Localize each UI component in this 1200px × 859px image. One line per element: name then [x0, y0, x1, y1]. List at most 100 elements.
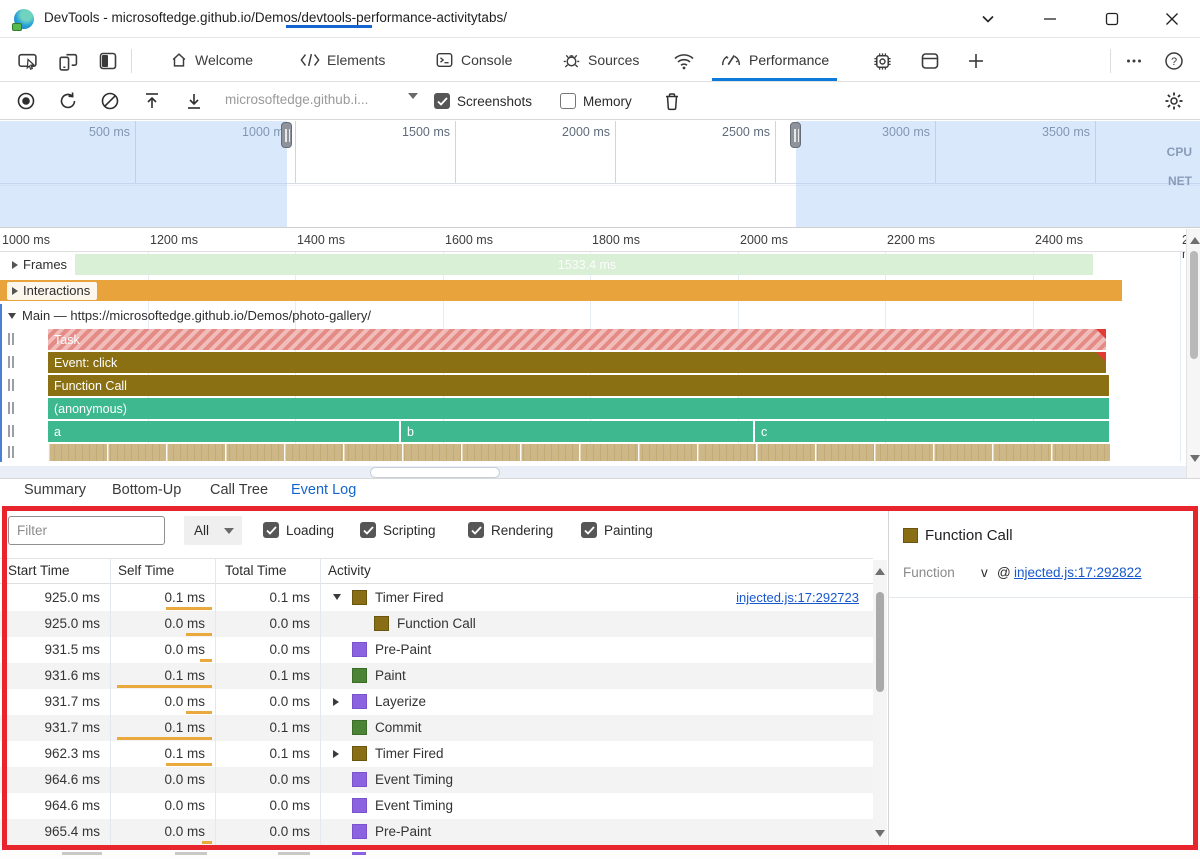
source-location-link[interactable]: injected.js:17:292723: [736, 590, 859, 605]
tab-welcome[interactable]: Welcome: [160, 39, 263, 81]
source-location-link[interactable]: injected.js:17:292822: [1014, 565, 1142, 580]
filter-checkbox-painting[interactable]: Painting: [581, 522, 653, 538]
activity-tabs: Summary Bottom-Up Call Tree Event Log: [0, 479, 1200, 507]
event-log-row[interactable]: 964.6 ms 0.0 ms 0.0 ms Event Timing: [0, 767, 873, 793]
duration-filter-dropdown[interactable]: All: [184, 516, 242, 545]
network-conditions-button[interactable]: [668, 47, 700, 75]
event-log-row[interactable]: 964.6 ms 0.0 ms 0.0 ms Event Timing: [0, 793, 873, 819]
application-panel-button[interactable]: [914, 47, 946, 75]
expanded-arrow-icon: [8, 312, 16, 319]
scrollbar-thumb[interactable]: [370, 467, 500, 478]
maximize-button[interactable]: [1098, 6, 1126, 32]
expanded-arrow-icon[interactable]: [333, 594, 341, 600]
timeline-overview[interactable]: 500 ms 1000 ms 1500 ms 2000 ms 2500 ms 3000 m…: [0, 121, 1200, 228]
selection-handle-left[interactable]: [281, 122, 292, 148]
selection-handle-right[interactable]: [790, 122, 801, 148]
column-divider[interactable]: [110, 558, 111, 845]
customize-devtools-button[interactable]: [1118, 47, 1150, 75]
record-button[interactable]: [12, 87, 40, 115]
interactions-track-bar[interactable]: [0, 280, 1122, 301]
event-log-row[interactable]: 925.0 ms 0.1 ms 0.1 ms Timer Fired injected.…: [0, 585, 873, 611]
self-time-cell: 0.1 ms: [164, 746, 205, 761]
dock-panel-layout-button[interactable]: [93, 47, 123, 75]
sources-icon: [563, 54, 580, 67]
scroll-up-icon[interactable]: [1190, 237, 1200, 244]
capture-settings-button[interactable]: [1160, 87, 1188, 115]
function-call-bar[interactable]: Function Call: [48, 375, 1109, 396]
minimize-button[interactable]: [1036, 6, 1064, 32]
tab-console[interactable]: Console: [425, 39, 522, 81]
event-click-bar[interactable]: Event: click: [48, 352, 1106, 373]
function-c-bar[interactable]: c: [755, 421, 1109, 442]
task-bar[interactable]: Task: [48, 329, 1106, 350]
tab-bottom-up[interactable]: Bottom-Up: [112, 482, 181, 498]
reload-and-record-button[interactable]: [54, 87, 82, 115]
page-selector-value: microsoftedge.github.i...: [225, 92, 369, 107]
page-selector-dropdown[interactable]: microsoftedge.github.i...: [225, 92, 368, 107]
scrollbar-thumb[interactable]: [1190, 251, 1198, 359]
clear-recording-button[interactable]: [96, 87, 124, 115]
screenshots-checkbox[interactable]: Screenshots: [434, 87, 532, 115]
filter-input[interactable]: [8, 516, 165, 545]
dock-chevron-button[interactable]: [974, 6, 1002, 32]
flame-chart[interactable]: 1000 ms 1200 ms 1400 ms 1600 ms 1800 ms 2000 …: [0, 229, 1200, 479]
event-log-row[interactable]: 931.7 ms 0.1 ms 0.1 ms Commit: [0, 715, 873, 741]
collapsed-arrow-icon[interactable]: [333, 750, 339, 758]
checkbox-checked-icon: [434, 93, 450, 109]
filter-checkbox-rendering[interactable]: Rendering: [468, 522, 553, 538]
device-emulation-button[interactable]: [52, 47, 82, 75]
activity-name: Commit: [375, 720, 422, 735]
clear-button-trash[interactable]: [658, 87, 686, 115]
self-time-heat-bar: [186, 633, 212, 636]
column-header-self-time[interactable]: Self Time: [118, 563, 174, 578]
event-log-row[interactable]: 931.7 ms 0.0 ms 0.0 ms Layerize: [0, 689, 873, 715]
event-log-row[interactable]: 962.3 ms 0.1 ms 0.1 ms Timer Fired: [0, 741, 873, 767]
memory-panel-button[interactable]: [866, 47, 898, 75]
flame-horizontal-scrollbar[interactable]: [0, 466, 1186, 478]
more-tools-button[interactable]: [960, 47, 992, 75]
interactions-track-toggle[interactable]: Interactions: [7, 282, 98, 300]
event-log-row[interactable]: 925.0 ms 0.0 ms 0.0 ms Function Call: [0, 611, 873, 637]
frames-track-bar[interactable]: 1533.4 ms: [75, 254, 1093, 275]
scrollbar-thumb[interactable]: [876, 592, 884, 692]
tab-elements[interactable]: Elements: [290, 39, 395, 81]
tab-summary[interactable]: Summary: [24, 482, 86, 498]
help-button[interactable]: ?: [1158, 47, 1190, 75]
function-b-bar[interactable]: b: [401, 421, 753, 442]
load-profile-button[interactable]: [138, 87, 166, 115]
tab-call-tree[interactable]: Call Tree: [210, 482, 268, 498]
column-divider[interactable]: [320, 558, 321, 845]
tab-event-log[interactable]: Event Log: [291, 482, 356, 498]
main-track-toggle[interactable]: Main — https://microsoftedge.github.io/D…: [8, 308, 371, 323]
checkbox-unchecked-icon: [560, 93, 576, 109]
tab-performance[interactable]: Performance: [710, 39, 840, 81]
function-a-bar[interactable]: a: [48, 421, 399, 442]
scroll-down-icon[interactable]: [1190, 455, 1200, 462]
column-divider[interactable]: [215, 558, 216, 845]
frames-track-toggle[interactable]: Frames: [7, 256, 75, 274]
column-header-activity[interactable]: Activity: [328, 563, 371, 578]
flame-vertical-scrollbar[interactable]: [1186, 229, 1200, 478]
collapsed-arrow-icon[interactable]: [333, 698, 339, 706]
devtools-tab-bar: Welcome Elements Console Sources Perform…: [0, 39, 1200, 82]
column-header-total-time[interactable]: Total Time: [225, 563, 287, 578]
filter-checkbox-loading[interactable]: Loading: [263, 522, 334, 538]
speedometer-icon: [722, 54, 740, 65]
event-log-row[interactable]: 931.6 ms 0.1 ms 0.1 ms Paint: [0, 663, 873, 689]
event-log-row[interactable]: 965.4 ms 0.0 ms 0.0 ms Pre-Paint: [0, 819, 873, 845]
scroll-up-icon[interactable]: [875, 568, 885, 575]
scroll-down-icon[interactable]: [875, 830, 885, 837]
save-profile-button[interactable]: [180, 87, 208, 115]
tab-sources[interactable]: Sources: [552, 39, 649, 81]
svg-text:?: ?: [1171, 56, 1177, 68]
anonymous-bar[interactable]: (anonymous): [48, 398, 1109, 419]
activity-color-swatch: [352, 668, 367, 683]
micro-calls-row[interactable]: [48, 444, 1110, 461]
column-header-start-time[interactable]: Start Time: [8, 563, 70, 578]
filter-checkbox-scripting[interactable]: Scripting: [360, 522, 436, 538]
event-log-row[interactable]: 931.5 ms 0.0 ms 0.0 ms Pre-Paint: [0, 637, 873, 663]
event-table-scrollbar[interactable]: [873, 560, 887, 845]
memory-checkbox[interactable]: Memory: [560, 87, 632, 115]
close-button[interactable]: [1158, 6, 1186, 32]
inspect-element-button[interactable]: [12, 47, 42, 75]
